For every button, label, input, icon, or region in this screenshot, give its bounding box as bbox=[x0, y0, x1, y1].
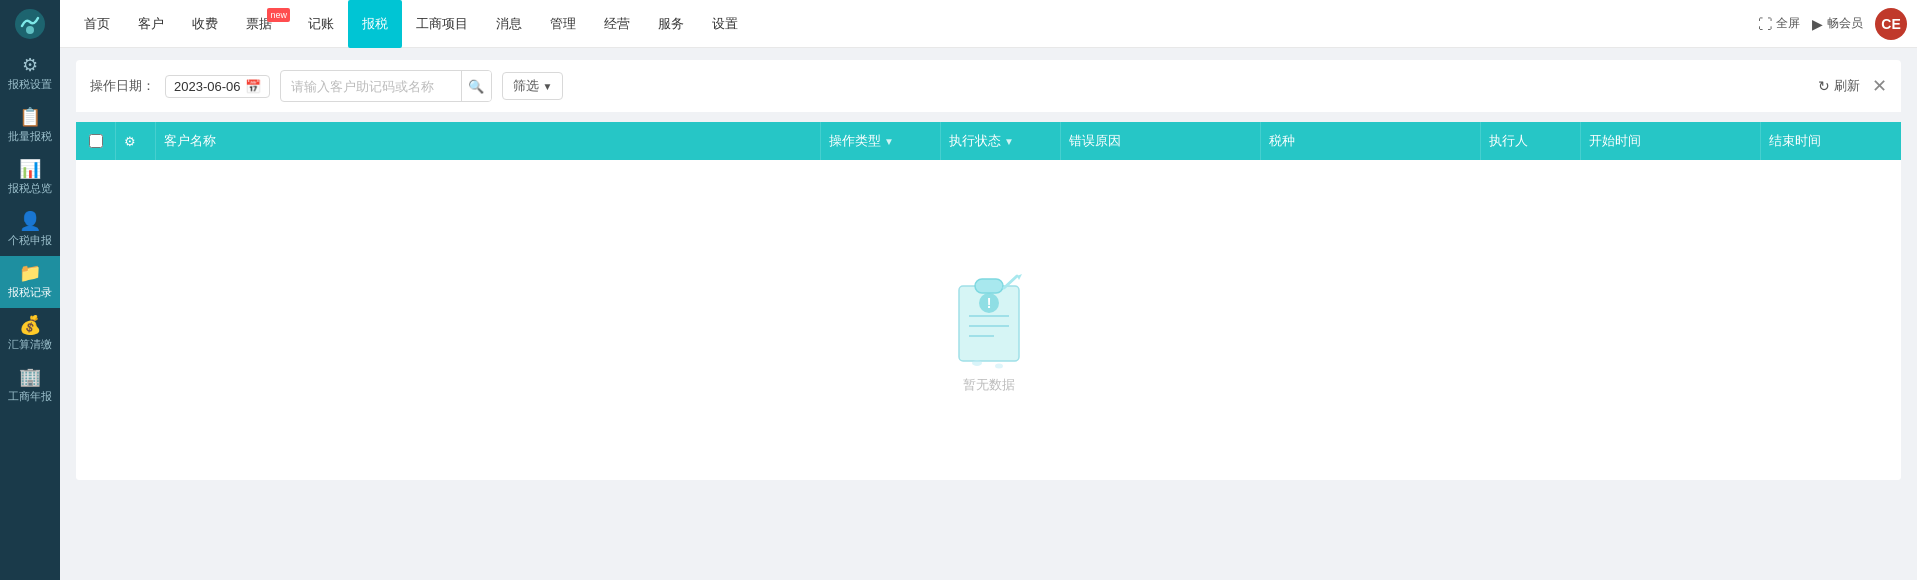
nav-operation[interactable]: 经营 bbox=[590, 0, 644, 48]
select-all-checkbox-container[interactable] bbox=[76, 122, 116, 160]
tax-overview-icon: 📊 bbox=[19, 160, 41, 178]
personal-tax-icon: 👤 bbox=[19, 212, 41, 230]
nav-business[interactable]: 工商项目 bbox=[402, 0, 482, 48]
svg-rect-3 bbox=[975, 279, 1003, 293]
sidebar-item-batch-tax[interactable]: 📋 批量报税 bbox=[0, 100, 60, 152]
calendar-icon: 📅 bbox=[245, 79, 261, 94]
operation-type-column-header[interactable]: 操作类型 ▼ bbox=[821, 122, 941, 160]
empty-illustration: ! bbox=[939, 266, 1039, 376]
date-label: 操作日期： bbox=[90, 77, 155, 95]
sidebar-item-batch-tax-label: 批量报税 bbox=[8, 129, 52, 144]
nav-message[interactable]: 消息 bbox=[482, 0, 536, 48]
empty-text: 暂无数据 bbox=[963, 376, 1015, 394]
select-all-checkbox[interactable] bbox=[89, 134, 103, 148]
date-picker[interactable]: 2023-06-06 📅 bbox=[165, 75, 270, 98]
settings-column-icon: ⚙ bbox=[124, 134, 136, 149]
toolbar-row: 操作日期： 2023-06-06 📅 🔍 筛选 ▼ ↻ 刷新 bbox=[76, 60, 1901, 112]
sidebar-item-personal-tax[interactable]: 👤 个税申报 bbox=[0, 204, 60, 256]
batch-tax-icon: 📋 bbox=[19, 108, 41, 126]
tax-type-column-header: 税种 bbox=[1261, 122, 1481, 160]
operation-type-sort-icon: ▼ bbox=[884, 136, 894, 147]
error-reason-column-header: 错误原因 bbox=[1061, 122, 1261, 160]
search-icon: 🔍 bbox=[468, 79, 484, 94]
empty-state: ! 暂无数据 bbox=[76, 160, 1901, 480]
user-avatar[interactable]: CE bbox=[1875, 8, 1907, 40]
customer-name-column-header: 客户名称 bbox=[156, 122, 821, 160]
nav-collection[interactable]: 收费 bbox=[178, 0, 232, 48]
chevron-down-icon: ▼ bbox=[543, 81, 553, 92]
tax-record-icon: 📁 bbox=[19, 264, 41, 282]
tax-settings-icon: ⚙ bbox=[22, 56, 38, 74]
svg-point-12 bbox=[995, 364, 1003, 369]
sidebar-item-annual-report-label: 工商年报 bbox=[8, 389, 52, 404]
close-button[interactable]: ✕ bbox=[1872, 77, 1887, 95]
exec-status-sort-icon: ▼ bbox=[1004, 136, 1014, 147]
svg-point-11 bbox=[972, 360, 982, 366]
sidebar-item-annual-report[interactable]: 🏢 工商年报 bbox=[0, 360, 60, 412]
svg-text:!: ! bbox=[986, 295, 991, 311]
nav-service[interactable]: 服务 bbox=[644, 0, 698, 48]
sidebar-item-tax-settings-label: 报税设置 bbox=[8, 77, 52, 92]
vip-icon: ▶ bbox=[1812, 16, 1823, 32]
nav-manage[interactable]: 管理 bbox=[536, 0, 590, 48]
new-badge: new bbox=[267, 8, 290, 22]
table-header: ⚙ 客户名称 操作类型 ▼ 执行状态 ▼ 错误原因 税种 bbox=[76, 122, 1901, 160]
sidebar-item-remittance-label: 汇算清缴 bbox=[8, 337, 52, 352]
executor-column-header: 执行人 bbox=[1481, 122, 1581, 160]
topbar-right: ⛶ 全屏 ▶ 畅会员 CE bbox=[1758, 8, 1907, 40]
nav-home[interactable]: 首页 bbox=[70, 0, 124, 48]
app-logo[interactable] bbox=[0, 0, 60, 48]
sidebar-item-tax-overview[interactable]: 📊 报税总览 bbox=[0, 152, 60, 204]
end-time-column-header: 结束时间 bbox=[1761, 122, 1901, 160]
main-area: 首页 客户 收费 票据 new 记账 报税 工商项目 消息 bbox=[60, 0, 1917, 580]
refresh-icon: ↻ bbox=[1818, 78, 1830, 94]
nav-settings[interactable]: 设置 bbox=[698, 0, 752, 48]
sidebar: ⚙ 报税设置 📋 批量报税 📊 报税总览 👤 个税申报 📁 报税记录 💰 汇算清… bbox=[0, 0, 60, 580]
sidebar-item-tax-record[interactable]: 📁 报税记录 bbox=[0, 256, 60, 308]
start-time-column-header: 开始时间 bbox=[1581, 122, 1761, 160]
sidebar-item-tax-settings[interactable]: ⚙ 报税设置 bbox=[0, 48, 60, 100]
sidebar-item-tax-overview-label: 报税总览 bbox=[8, 181, 52, 196]
exec-status-column-header[interactable]: 执行状态 ▼ bbox=[941, 122, 1061, 160]
nav-invoice[interactable]: 票据 new bbox=[232, 0, 294, 48]
sidebar-item-personal-tax-label: 个税申报 bbox=[8, 233, 52, 248]
svg-point-0 bbox=[15, 9, 45, 39]
fullscreen-icon: ⛶ bbox=[1758, 16, 1772, 32]
sidebar-item-tax-record-label: 报税记录 bbox=[8, 285, 52, 300]
fullscreen-button[interactable]: ⛶ 全屏 bbox=[1758, 15, 1800, 32]
annual-report-icon: 🏢 bbox=[19, 368, 41, 386]
nav-bookkeeping[interactable]: 记账 bbox=[294, 0, 348, 48]
nav-bar: 首页 客户 收费 票据 new 记账 报税 工商项目 消息 bbox=[70, 0, 1758, 48]
settings-column-header: ⚙ bbox=[116, 122, 156, 160]
search-box: 🔍 bbox=[280, 70, 492, 102]
vip-button[interactable]: ▶ 畅会员 bbox=[1812, 15, 1863, 32]
svg-point-1 bbox=[26, 26, 34, 34]
nav-tax[interactable]: 报税 bbox=[348, 0, 402, 48]
refresh-button[interactable]: ↻ 刷新 bbox=[1818, 77, 1860, 95]
toolbar-right: ↻ 刷新 ✕ bbox=[1818, 77, 1887, 95]
nav-customer[interactable]: 客户 bbox=[124, 0, 178, 48]
search-input[interactable] bbox=[281, 75, 461, 98]
data-table: ⚙ 客户名称 操作类型 ▼ 执行状态 ▼ 错误原因 税种 bbox=[76, 122, 1901, 480]
search-button[interactable]: 🔍 bbox=[461, 71, 491, 101]
topbar: 首页 客户 收费 票据 new 记账 报税 工商项目 消息 bbox=[60, 0, 1917, 48]
content-area: 操作日期： 2023-06-06 📅 🔍 筛选 ▼ ↻ 刷新 bbox=[60, 48, 1917, 580]
sidebar-item-remittance[interactable]: 💰 汇算清缴 bbox=[0, 308, 60, 360]
remittance-icon: 💰 bbox=[19, 316, 41, 334]
filter-button[interactable]: 筛选 ▼ bbox=[502, 72, 564, 100]
